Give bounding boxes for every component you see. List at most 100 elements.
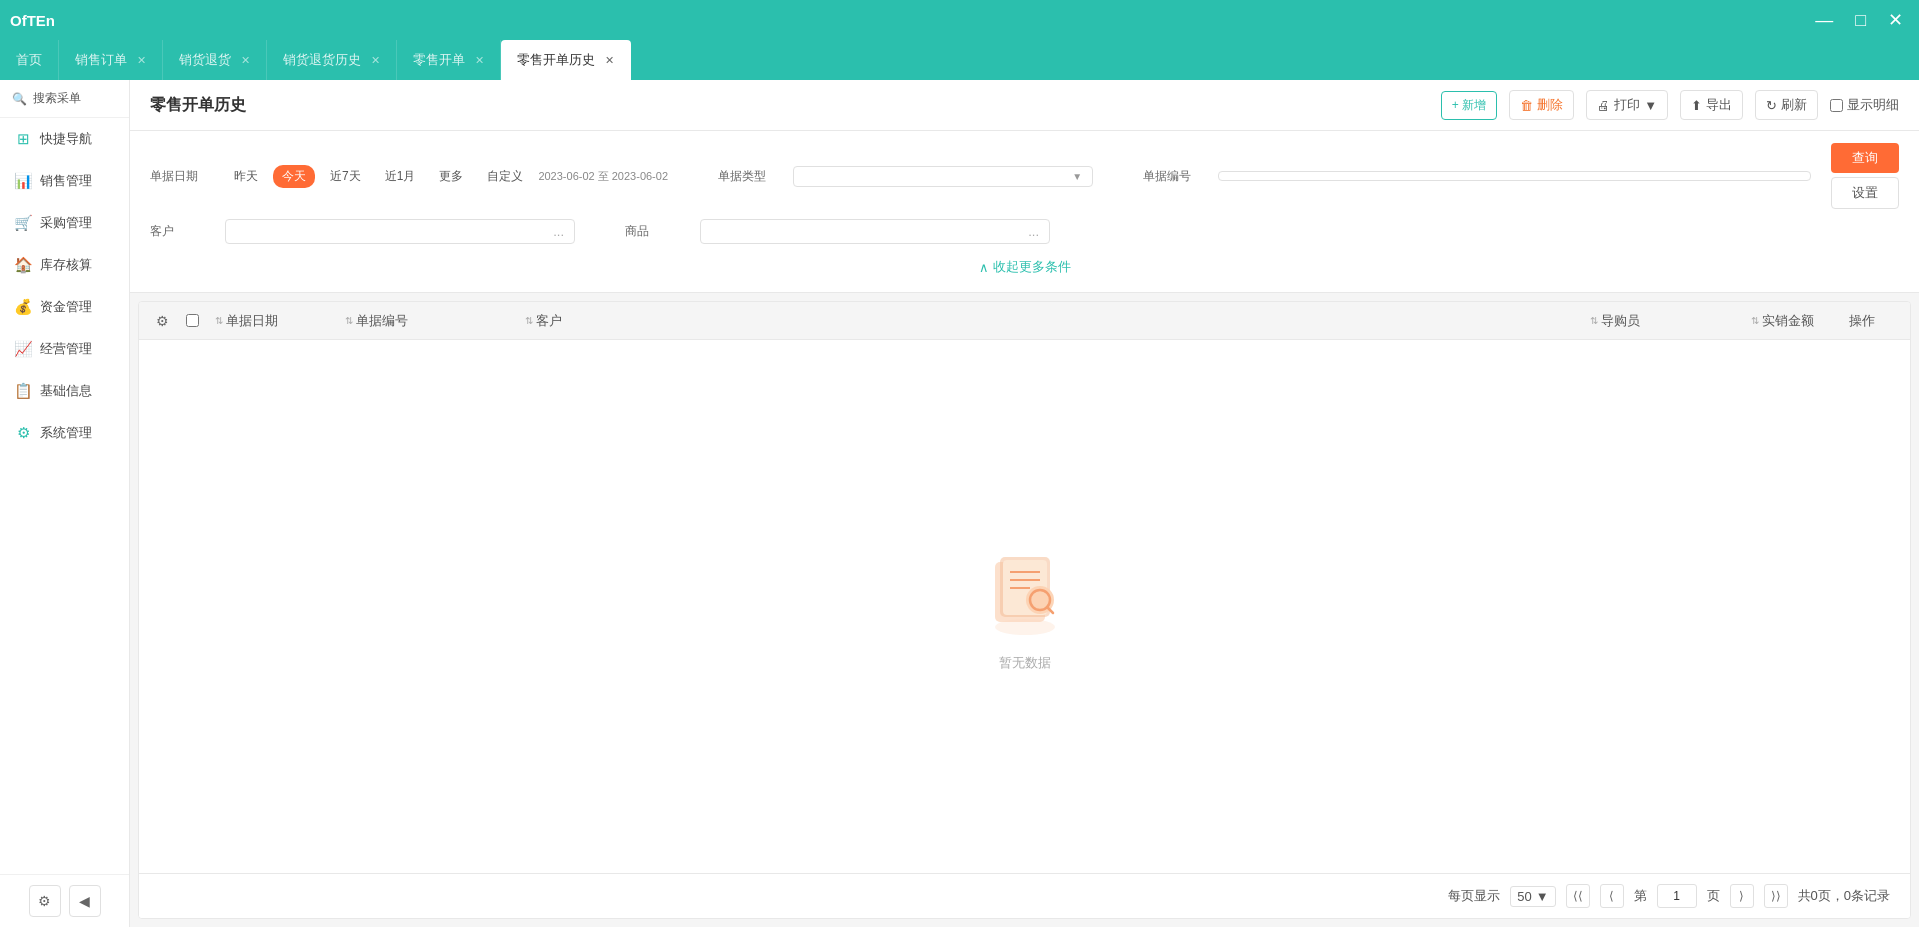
sidebar-search-label: 搜索采单 bbox=[33, 90, 81, 107]
tab-retail-history[interactable]: 零售开单历史 ✕ bbox=[501, 40, 631, 80]
sort-icon: ⇅ bbox=[1590, 315, 1598, 326]
order-type-select[interactable]: ▼ bbox=[793, 166, 1093, 187]
tab-retail-open[interactable]: 零售开单 ✕ bbox=[397, 40, 501, 80]
col-header-date[interactable]: ⇅ 单据日期 bbox=[207, 312, 337, 330]
print-icon: 🖨 bbox=[1597, 98, 1610, 113]
filter-row-1: 单据日期 昨天 今天 近7天 近1月 更多 自定义 2023-06-02 至 2… bbox=[150, 143, 1899, 209]
tab-close-icon[interactable]: ✕ bbox=[605, 54, 614, 67]
col-header-guide[interactable]: ⇅ 导购员 bbox=[1582, 312, 1702, 330]
sort-icon: ⇅ bbox=[1751, 315, 1759, 326]
sidebar-item-icon: ⚙ bbox=[14, 424, 32, 442]
table-area: ⚙ ⇅ 单据日期 ⇅ 单据编号 ⇅ 客户 ⇅ 导购员 bbox=[138, 301, 1911, 919]
tab-label: 零售开单历史 bbox=[517, 51, 595, 69]
sidebar-item-purchase-mgmt[interactable]: 🛒 采购管理 bbox=[0, 202, 129, 244]
refresh-button[interactable]: ↻ 刷新 bbox=[1755, 90, 1818, 120]
last7-btn[interactable]: 近7天 bbox=[321, 165, 370, 188]
today-btn[interactable]: 今天 bbox=[273, 165, 315, 188]
sidebar-item-label: 库存核算 bbox=[40, 256, 92, 274]
sidebar-item-sales-mgmt[interactable]: 📊 销售管理 bbox=[0, 160, 129, 202]
display-detail-label: 显示明细 bbox=[1847, 96, 1899, 114]
order-num-input[interactable] bbox=[1218, 171, 1811, 181]
sidebar-item-operations[interactable]: 📈 经营管理 bbox=[0, 328, 129, 370]
sidebar-item-label: 销售管理 bbox=[40, 172, 92, 190]
sidebar-collapse-btn[interactable]: ◀ bbox=[69, 885, 101, 917]
col-guide-label: 导购员 bbox=[1601, 312, 1640, 330]
tab-close-icon[interactable]: ✕ bbox=[475, 54, 484, 67]
display-detail-checkbox[interactable]: 显示明细 bbox=[1830, 96, 1899, 114]
print-button[interactable]: 🖨 打印 ▼ bbox=[1586, 90, 1668, 120]
custom-btn[interactable]: 自定义 bbox=[478, 165, 532, 188]
per-page-label: 每页显示 bbox=[1448, 887, 1500, 905]
goods-dots: ... bbox=[1028, 224, 1039, 239]
prev-page-btn[interactable]: ⟨ bbox=[1600, 884, 1624, 908]
sidebar-item-label: 经营管理 bbox=[40, 340, 92, 358]
empty-text: 暂无数据 bbox=[999, 654, 1051, 672]
collapse-filter-btn[interactable]: ∧ 收起更多条件 bbox=[150, 254, 1899, 280]
first-page-btn[interactable]: ⟨⟨ bbox=[1566, 884, 1590, 908]
per-page-arrow-icon: ▼ bbox=[1536, 889, 1549, 904]
col-header-client[interactable]: ⇅ 客户 bbox=[517, 312, 1582, 330]
order-num-label: 单据编号 bbox=[1143, 168, 1198, 185]
tab-label: 首页 bbox=[16, 51, 42, 69]
yesterday-btn[interactable]: 昨天 bbox=[225, 165, 267, 188]
goods-filter-label: 商品 bbox=[625, 223, 680, 240]
query-button[interactable]: 查询 bbox=[1831, 143, 1899, 173]
client-input[interactable]: ... bbox=[225, 219, 575, 244]
total-label: 共0页，0条记录 bbox=[1798, 887, 1890, 905]
select-all-checkbox[interactable] bbox=[186, 314, 199, 327]
sidebar-item-icon: 📋 bbox=[14, 382, 32, 400]
sidebar-item-label: 快捷导航 bbox=[40, 130, 92, 148]
sidebar-item-system[interactable]: ⚙ 系统管理 bbox=[0, 412, 129, 454]
print-arrow-icon: ▼ bbox=[1644, 98, 1657, 113]
sidebar-item-icon: 📊 bbox=[14, 172, 32, 190]
settings-button[interactable]: 设置 bbox=[1831, 177, 1899, 209]
table-settings-icon[interactable]: ⚙ bbox=[147, 306, 177, 336]
order-type-arrow-icon: ▼ bbox=[1072, 171, 1082, 182]
tab-close-icon[interactable]: ✕ bbox=[241, 54, 250, 67]
pagination-bar: 每页显示 50 ▼ ⟨⟨ ⟨ 第 页 ⟩ ⟩⟩ 共0页，0条记录 bbox=[139, 873, 1910, 918]
delete-button[interactable]: 🗑 删除 bbox=[1509, 90, 1574, 120]
page-title: 零售开单历史 bbox=[150, 95, 246, 116]
tab-label: 零售开单 bbox=[413, 51, 465, 69]
table-select-all[interactable] bbox=[177, 314, 207, 327]
sidebar-menu: ⊞ 快捷导航 📊 销售管理 🛒 采购管理 🏠 库存核算 💰 资金管理 📈 经营管… bbox=[0, 118, 129, 874]
more-btn[interactable]: 更多 bbox=[430, 165, 472, 188]
sidebar-item-quick-nav[interactable]: ⊞ 快捷导航 bbox=[0, 118, 129, 160]
sidebar-settings-btn[interactable]: ⚙ bbox=[29, 885, 61, 917]
col-header-number[interactable]: ⇅ 单据编号 bbox=[337, 312, 517, 330]
close-btn[interactable]: ✕ bbox=[1882, 9, 1909, 31]
sidebar-item-label: 基础信息 bbox=[40, 382, 92, 400]
col-header-action: 操作 bbox=[1822, 312, 1902, 330]
export-button[interactable]: ⬆ 导出 bbox=[1680, 90, 1743, 120]
tab-sales-return-history[interactable]: 销货退货历史 ✕ bbox=[267, 40, 397, 80]
sidebar-search[interactable]: 🔍 搜索采单 bbox=[0, 80, 129, 118]
filter-area: 单据日期 昨天 今天 近7天 近1月 更多 自定义 2023-06-02 至 2… bbox=[130, 131, 1919, 293]
next-page-btn[interactable]: ⟩ bbox=[1730, 884, 1754, 908]
sidebar-item-finance[interactable]: 💰 资金管理 bbox=[0, 286, 129, 328]
minimize-btn[interactable]: — bbox=[1809, 10, 1839, 31]
sidebar-item-basic-info[interactable]: 📋 基础信息 bbox=[0, 370, 129, 412]
collapse-up-icon: ∧ bbox=[979, 260, 989, 275]
tab-sales-return[interactable]: 销货退货✕ bbox=[163, 40, 267, 80]
col-date-label: 单据日期 bbox=[226, 312, 278, 330]
maximize-btn[interactable]: □ bbox=[1849, 10, 1872, 31]
tab-close-icon[interactable]: ✕ bbox=[371, 54, 380, 67]
last-page-btn[interactable]: ⟩⟩ bbox=[1764, 884, 1788, 908]
tab-label: 销货退货历史 bbox=[283, 51, 361, 69]
col-client-label: 客户 bbox=[536, 312, 562, 330]
display-detail-input[interactable] bbox=[1830, 99, 1843, 112]
page-input[interactable] bbox=[1657, 884, 1697, 908]
tab-sales-order[interactable]: 销售订单✕ bbox=[59, 40, 163, 80]
tab-close-icon[interactable]: ✕ bbox=[137, 54, 146, 67]
tab-home[interactable]: 首页 bbox=[0, 40, 59, 80]
per-page-select[interactable]: 50 ▼ bbox=[1510, 886, 1555, 907]
goods-input[interactable]: ... bbox=[700, 219, 1050, 244]
last-month-btn[interactable]: 近1月 bbox=[376, 165, 425, 188]
add-button[interactable]: + 新增 bbox=[1441, 91, 1497, 120]
sidebar-item-inventory[interactable]: 🏠 库存核算 bbox=[0, 244, 129, 286]
col-header-amount[interactable]: ⇅ 实销金额 bbox=[1702, 312, 1822, 330]
content-area: 零售开单历史 + 新增 🗑 删除 🖨 打印 ▼ ⬆ 导出 ↻ bbox=[130, 80, 1919, 927]
window-controls: — □ ✕ bbox=[1809, 9, 1909, 31]
sidebar: 🔍 搜索采单 ⊞ 快捷导航 📊 销售管理 🛒 采购管理 🏠 库存核算 💰 资金管… bbox=[0, 80, 130, 927]
sidebar-item-icon: 💰 bbox=[14, 298, 32, 316]
